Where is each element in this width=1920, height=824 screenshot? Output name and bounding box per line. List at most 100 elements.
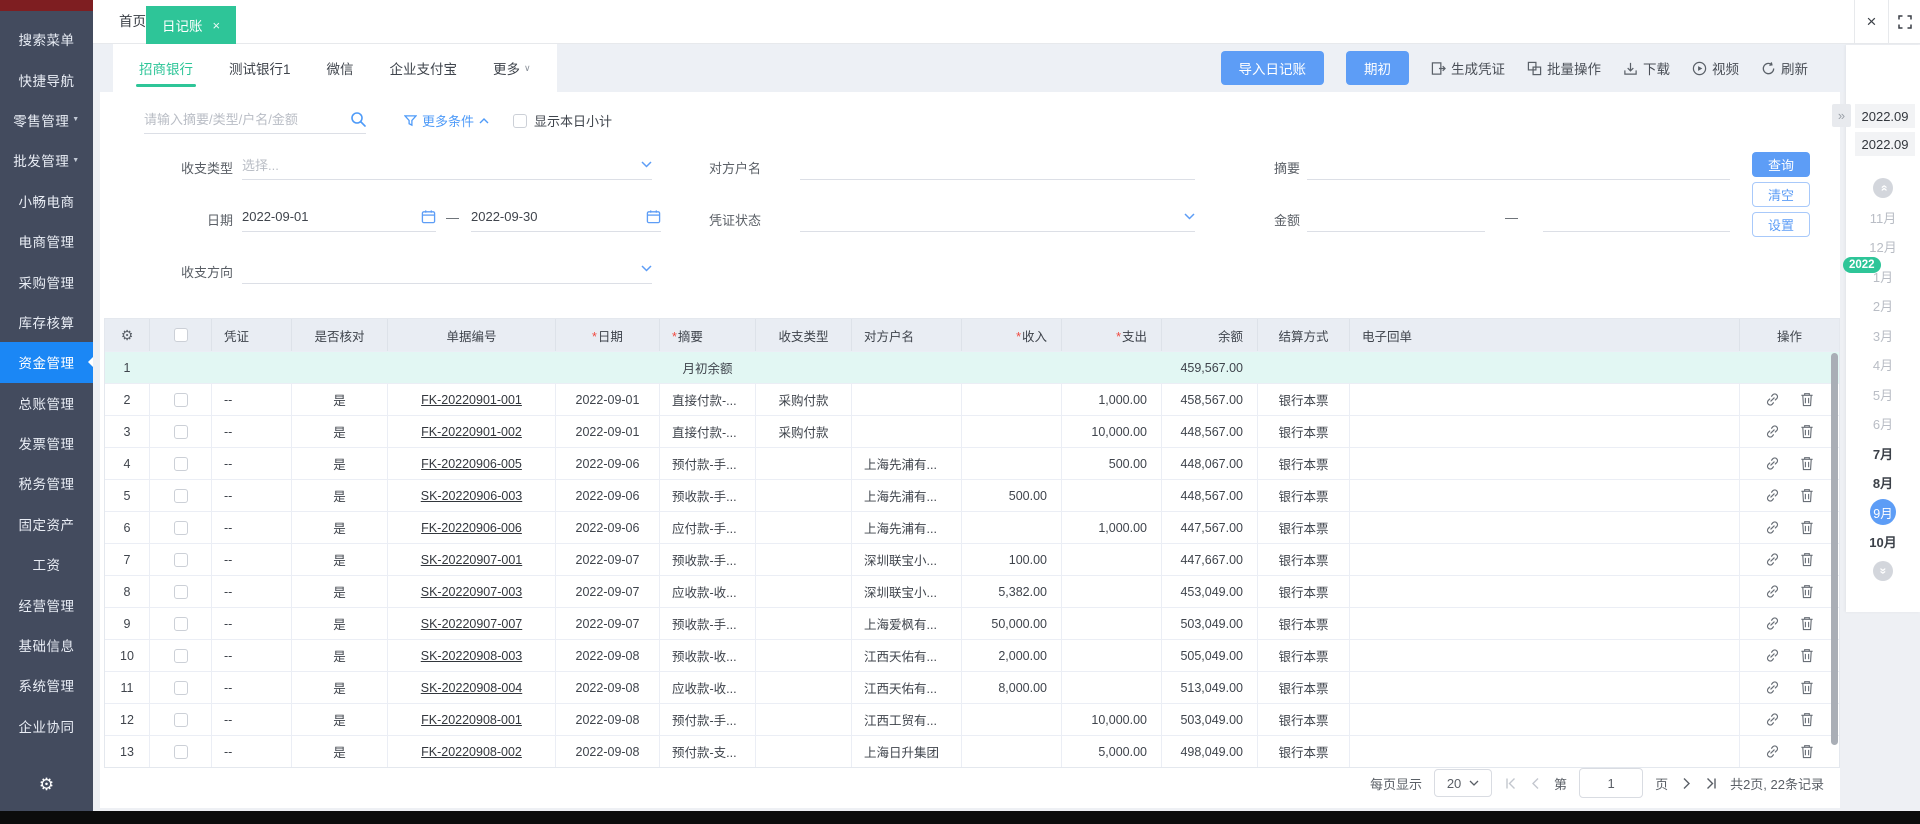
gear-icon[interactable]: ⚙ bbox=[0, 775, 93, 795]
trash-icon[interactable] bbox=[1800, 712, 1814, 727]
month-7月[interactable]: 7月 bbox=[1846, 439, 1920, 469]
sidebar-item-发票管理[interactable]: 发票管理 bbox=[0, 423, 93, 463]
sidebar-item-资金管理[interactable]: 资金管理 bbox=[0, 342, 93, 383]
row-checkbox[interactable] bbox=[173, 680, 188, 695]
toolbar-gen-voucher-button[interactable]: 生成凭证 bbox=[1431, 58, 1505, 78]
settings-button[interactable]: 设置 bbox=[1752, 212, 1810, 237]
io-type-select[interactable]: 选择... bbox=[242, 150, 652, 180]
row-checkbox[interactable] bbox=[173, 744, 188, 759]
row-checkbox[interactable] bbox=[173, 552, 188, 567]
calendar-icon[interactable] bbox=[646, 209, 661, 224]
month-8月[interactable]: 8月 bbox=[1846, 468, 1920, 498]
row-checkbox[interactable] bbox=[173, 424, 188, 439]
month-9月[interactable]: 9月 bbox=[1846, 498, 1920, 528]
close-tab-icon[interactable]: × bbox=[213, 18, 221, 33]
search-icon[interactable] bbox=[350, 111, 366, 127]
opening-balance-button[interactable]: 期初 bbox=[1346, 51, 1409, 85]
sidebar-item-企业协同[interactable]: 企业协同 bbox=[0, 706, 93, 746]
clear-button[interactable]: 清空 bbox=[1752, 182, 1810, 207]
link-icon[interactable] bbox=[1765, 584, 1780, 599]
doc-no-link[interactable]: SK-20220908-004 bbox=[421, 681, 522, 695]
date-to-input[interactable]: 2022-09-30 bbox=[471, 202, 661, 232]
trash-icon[interactable] bbox=[1800, 456, 1814, 471]
counterparty-input[interactable] bbox=[800, 150, 1195, 180]
gear-icon[interactable]: ⚙ bbox=[121, 327, 134, 344]
row-checkbox[interactable] bbox=[173, 616, 188, 631]
calendar-icon[interactable] bbox=[421, 209, 436, 224]
link-icon[interactable] bbox=[1765, 648, 1780, 663]
scroll-months-down[interactable]: » bbox=[1846, 557, 1920, 587]
bank-tab-测试银行1[interactable]: 测试银行1 bbox=[211, 44, 309, 92]
sidebar-item-库存核算[interactable]: 库存核算 bbox=[0, 302, 93, 342]
bank-tab-企业支付宝[interactable]: 企业支付宝 bbox=[372, 44, 476, 92]
per-page-select[interactable]: 20 bbox=[1434, 769, 1493, 797]
search-input[interactable]: 请输入摘要/类型/户名/金额 bbox=[144, 104, 366, 134]
sidebar-item-小畅电商[interactable]: 小畅电商 bbox=[0, 181, 93, 221]
double-chevron-down-icon[interactable]: » bbox=[1873, 561, 1893, 582]
trash-icon[interactable] bbox=[1800, 392, 1814, 407]
query-button[interactable]: 查询 bbox=[1752, 152, 1810, 177]
io-direction-select[interactable] bbox=[242, 254, 652, 284]
link-icon[interactable] bbox=[1765, 488, 1780, 503]
amount-max-input[interactable] bbox=[1543, 202, 1730, 232]
page-number-input[interactable]: 1 bbox=[1579, 768, 1644, 798]
month-5月[interactable]: 5月 bbox=[1846, 380, 1920, 410]
sidebar-item-采购管理[interactable]: 采购管理 bbox=[0, 261, 93, 301]
link-icon[interactable] bbox=[1765, 424, 1780, 439]
doc-no-link[interactable]: FK-20220901-001 bbox=[421, 393, 522, 407]
period-selected[interactable]: 2022.09 bbox=[1855, 132, 1915, 156]
link-icon[interactable] bbox=[1765, 552, 1780, 567]
month-6月[interactable]: 6月 bbox=[1846, 409, 1920, 439]
sidebar-item-电商管理[interactable]: 电商管理 bbox=[0, 221, 93, 261]
link-icon[interactable] bbox=[1765, 392, 1780, 407]
row-checkbox[interactable] bbox=[173, 712, 188, 727]
row-checkbox[interactable] bbox=[173, 456, 188, 471]
doc-no-link[interactable]: SK-20220907-007 bbox=[421, 617, 522, 631]
trash-icon[interactable] bbox=[1800, 680, 1814, 695]
row-checkbox[interactable] bbox=[173, 520, 188, 535]
row-checkbox[interactable] bbox=[173, 584, 188, 599]
row-checkbox[interactable] bbox=[173, 488, 188, 503]
link-icon[interactable] bbox=[1765, 456, 1780, 471]
bank-tab-more[interactable]: 更多 ∨ bbox=[475, 44, 549, 92]
double-chevron-up-icon[interactable]: » bbox=[1873, 177, 1893, 198]
doc-no-link[interactable]: SK-20220907-001 bbox=[421, 553, 522, 567]
summary-input[interactable] bbox=[1307, 150, 1730, 180]
link-icon[interactable] bbox=[1765, 520, 1780, 535]
trash-icon[interactable] bbox=[1800, 616, 1814, 631]
scroll-months-up[interactable]: » bbox=[1846, 173, 1920, 203]
sidebar-item-税务管理[interactable]: 税务管理 bbox=[0, 463, 93, 503]
doc-no-link[interactable]: SK-20220906-003 bbox=[421, 489, 522, 503]
toolbar-refresh-button[interactable]: 刷新 bbox=[1761, 58, 1808, 78]
doc-no-link[interactable]: FK-20220906-006 bbox=[421, 521, 522, 535]
link-icon[interactable] bbox=[1765, 744, 1780, 759]
daily-subtotal-checkbox[interactable]: 显示本日小计 bbox=[513, 111, 612, 130]
month-10月[interactable]: 10月 bbox=[1846, 527, 1920, 557]
sidebar-item-总账管理[interactable]: 总账管理 bbox=[0, 383, 93, 423]
date-from-input[interactable]: 2022-09-01 bbox=[242, 202, 436, 232]
trash-icon[interactable] bbox=[1800, 584, 1814, 599]
checkbox[interactable] bbox=[513, 113, 527, 128]
collapse-panel-icon[interactable]: » bbox=[1832, 104, 1851, 127]
sidebar-item-工资[interactable]: 工资 bbox=[0, 544, 93, 584]
trash-icon[interactable] bbox=[1800, 424, 1814, 439]
doc-no-link[interactable]: SK-20220907-003 bbox=[421, 585, 522, 599]
doc-no-link[interactable]: FK-20220901-002 bbox=[421, 425, 522, 439]
sidebar-item-经营管理[interactable]: 经营管理 bbox=[0, 584, 93, 624]
sidebar-item-系统管理[interactable]: 系统管理 bbox=[0, 665, 93, 705]
toolbar-video-button[interactable]: 视频 bbox=[1692, 58, 1739, 78]
sidebar-item-基础信息[interactable]: 基础信息 bbox=[0, 625, 93, 665]
row-checkbox[interactable] bbox=[173, 648, 188, 663]
month-4月[interactable]: 4月 bbox=[1846, 350, 1920, 380]
last-page-icon[interactable] bbox=[1705, 777, 1718, 790]
sidebar-item-固定资产[interactable]: 固定资产 bbox=[0, 504, 93, 544]
trash-icon[interactable] bbox=[1800, 648, 1814, 663]
select-all-checkbox[interactable] bbox=[173, 328, 188, 342]
trash-icon[interactable] bbox=[1800, 552, 1814, 567]
sidebar-item-搜索菜单[interactable]: 搜索菜单 bbox=[0, 19, 93, 59]
tab-journal[interactable]: 日记账 × bbox=[146, 6, 237, 44]
bank-tab-招商银行[interactable]: 招商银行 bbox=[121, 44, 211, 92]
link-icon[interactable] bbox=[1765, 680, 1780, 695]
month-3月[interactable]: 3月 bbox=[1846, 321, 1920, 351]
import-journal-button[interactable]: 导入日记账 bbox=[1220, 51, 1324, 85]
